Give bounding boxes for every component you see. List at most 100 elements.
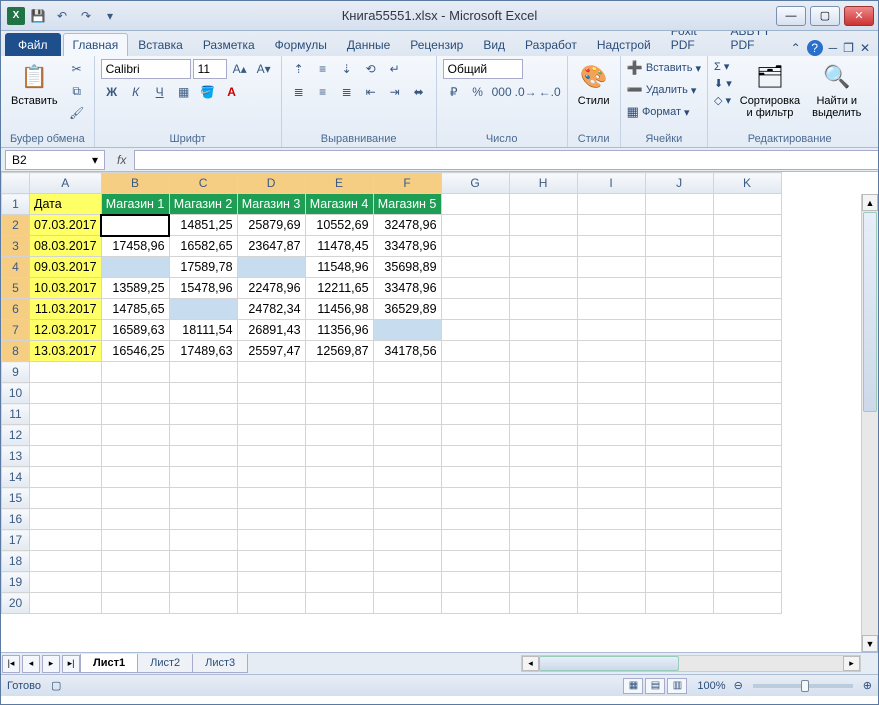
- tab-file[interactable]: Файл: [5, 33, 61, 56]
- styles-button[interactable]: 🎨 Стили: [574, 59, 614, 109]
- grow-font-button[interactable]: A▴: [229, 59, 251, 79]
- doc-restore-icon[interactable]: ❐: [843, 41, 854, 55]
- cell-H8[interactable]: [509, 341, 577, 362]
- cell-J14[interactable]: [645, 467, 713, 488]
- cell-H20[interactable]: [509, 593, 577, 614]
- zoom-slider[interactable]: [753, 684, 853, 688]
- tab-формулы[interactable]: Формулы: [265, 33, 337, 56]
- formula-input[interactable]: [134, 150, 878, 170]
- cell-K11[interactable]: [713, 404, 781, 425]
- qat-more-icon[interactable]: ▾: [99, 5, 121, 27]
- tab-главная[interactable]: Главная: [63, 33, 129, 56]
- fill-button[interactable]: ⬇ ▾: [714, 76, 732, 91]
- cell-I20[interactable]: [577, 593, 645, 614]
- cell-J11[interactable]: [645, 404, 713, 425]
- cell-H16[interactable]: [509, 509, 577, 530]
- cell-J8[interactable]: [645, 341, 713, 362]
- cell-A15[interactable]: [30, 488, 102, 509]
- cell-I13[interactable]: [577, 446, 645, 467]
- find-select-button[interactable]: 🔍 Найти и выделить: [808, 59, 865, 121]
- row-header-12[interactable]: 12: [2, 425, 30, 446]
- cell-H6[interactable]: [509, 299, 577, 320]
- cut-button[interactable]: ✂: [66, 59, 88, 79]
- cell-F19[interactable]: [373, 572, 441, 593]
- border-button[interactable]: ▦: [173, 82, 195, 102]
- cell-I12[interactable]: [577, 425, 645, 446]
- zoom-in-button[interactable]: ⊕: [863, 679, 872, 692]
- cell-G20[interactable]: [441, 593, 509, 614]
- cell-C1[interactable]: Магазин 2: [169, 194, 237, 215]
- cell-G13[interactable]: [441, 446, 509, 467]
- cell-A2[interactable]: 07.03.2017: [30, 215, 102, 236]
- cell-E6[interactable]: 11456,98: [305, 299, 373, 320]
- cell-I8[interactable]: [577, 341, 645, 362]
- cell-F10[interactable]: [373, 383, 441, 404]
- cell-G4[interactable]: [441, 257, 509, 278]
- minimize-button[interactable]: —: [776, 6, 806, 26]
- cell-A3[interactable]: 08.03.2017: [30, 236, 102, 257]
- cell-D16[interactable]: [237, 509, 305, 530]
- cell-I2[interactable]: [577, 215, 645, 236]
- wrap-text-button[interactable]: ↵: [384, 59, 406, 79]
- col-header-K[interactable]: K: [713, 173, 781, 194]
- cell-J19[interactable]: [645, 572, 713, 593]
- cell-B1[interactable]: Магазин 1: [101, 194, 169, 215]
- zoom-level[interactable]: 100%: [697, 680, 725, 692]
- cell-F17[interactable]: [373, 530, 441, 551]
- cell-A12[interactable]: [30, 425, 102, 446]
- cell-J10[interactable]: [645, 383, 713, 404]
- cell-D13[interactable]: [237, 446, 305, 467]
- undo-button[interactable]: ↶: [51, 5, 73, 27]
- cell-H3[interactable]: [509, 236, 577, 257]
- cell-C12[interactable]: [169, 425, 237, 446]
- cell-H12[interactable]: [509, 425, 577, 446]
- cell-B14[interactable]: [101, 467, 169, 488]
- cell-B4[interactable]: [101, 257, 169, 278]
- cell-H15[interactable]: [509, 488, 577, 509]
- cell-A20[interactable]: [30, 593, 102, 614]
- cell-H9[interactable]: [509, 362, 577, 383]
- cell-G12[interactable]: [441, 425, 509, 446]
- close-button[interactable]: ✕: [844, 6, 874, 26]
- cell-K9[interactable]: [713, 362, 781, 383]
- cell-I19[interactable]: [577, 572, 645, 593]
- align-bottom-button[interactable]: ⇣: [336, 59, 358, 79]
- cell-I9[interactable]: [577, 362, 645, 383]
- cell-B20[interactable]: [101, 593, 169, 614]
- zoom-out-button[interactable]: ⊖: [734, 679, 743, 692]
- cell-B8[interactable]: 16546,25: [101, 341, 169, 362]
- cell-B5[interactable]: 13589,25: [101, 278, 169, 299]
- cell-D6[interactable]: 24782,34: [237, 299, 305, 320]
- indent-dec-button[interactable]: ⇤: [360, 82, 382, 102]
- clear-button[interactable]: ◇ ▾: [714, 93, 732, 108]
- col-header-E[interactable]: E: [305, 173, 373, 194]
- cell-E19[interactable]: [305, 572, 373, 593]
- cell-F4[interactable]: 35698,89: [373, 257, 441, 278]
- cell-F3[interactable]: 33478,96: [373, 236, 441, 257]
- cell-D14[interactable]: [237, 467, 305, 488]
- cell-F7[interactable]: [373, 320, 441, 341]
- cell-A19[interactable]: [30, 572, 102, 593]
- shrink-font-button[interactable]: A▾: [253, 59, 275, 79]
- cell-B10[interactable]: [101, 383, 169, 404]
- cell-I1[interactable]: [577, 194, 645, 215]
- cell-K6[interactable]: [713, 299, 781, 320]
- doc-close-icon[interactable]: ✕: [860, 41, 870, 55]
- cell-H19[interactable]: [509, 572, 577, 593]
- cell-F6[interactable]: 36529,89: [373, 299, 441, 320]
- cell-H1[interactable]: [509, 194, 577, 215]
- sheet-tab[interactable]: Лист2: [137, 654, 193, 673]
- sort-filter-button[interactable]: 🗂 Сортировка и фильтр: [736, 59, 804, 121]
- cell-K15[interactable]: [713, 488, 781, 509]
- cell-B16[interactable]: [101, 509, 169, 530]
- view-normal-button[interactable]: ▦: [623, 678, 643, 694]
- cell-K1[interactable]: [713, 194, 781, 215]
- row-header-14[interactable]: 14: [2, 467, 30, 488]
- cell-C14[interactable]: [169, 467, 237, 488]
- ribbon-minimize-icon[interactable]: ⌃: [791, 41, 801, 55]
- cell-I7[interactable]: [577, 320, 645, 341]
- cell-F20[interactable]: [373, 593, 441, 614]
- sheet-last-button[interactable]: ▸|: [62, 655, 80, 673]
- cell-J15[interactable]: [645, 488, 713, 509]
- align-right-button[interactable]: ≣: [336, 82, 358, 102]
